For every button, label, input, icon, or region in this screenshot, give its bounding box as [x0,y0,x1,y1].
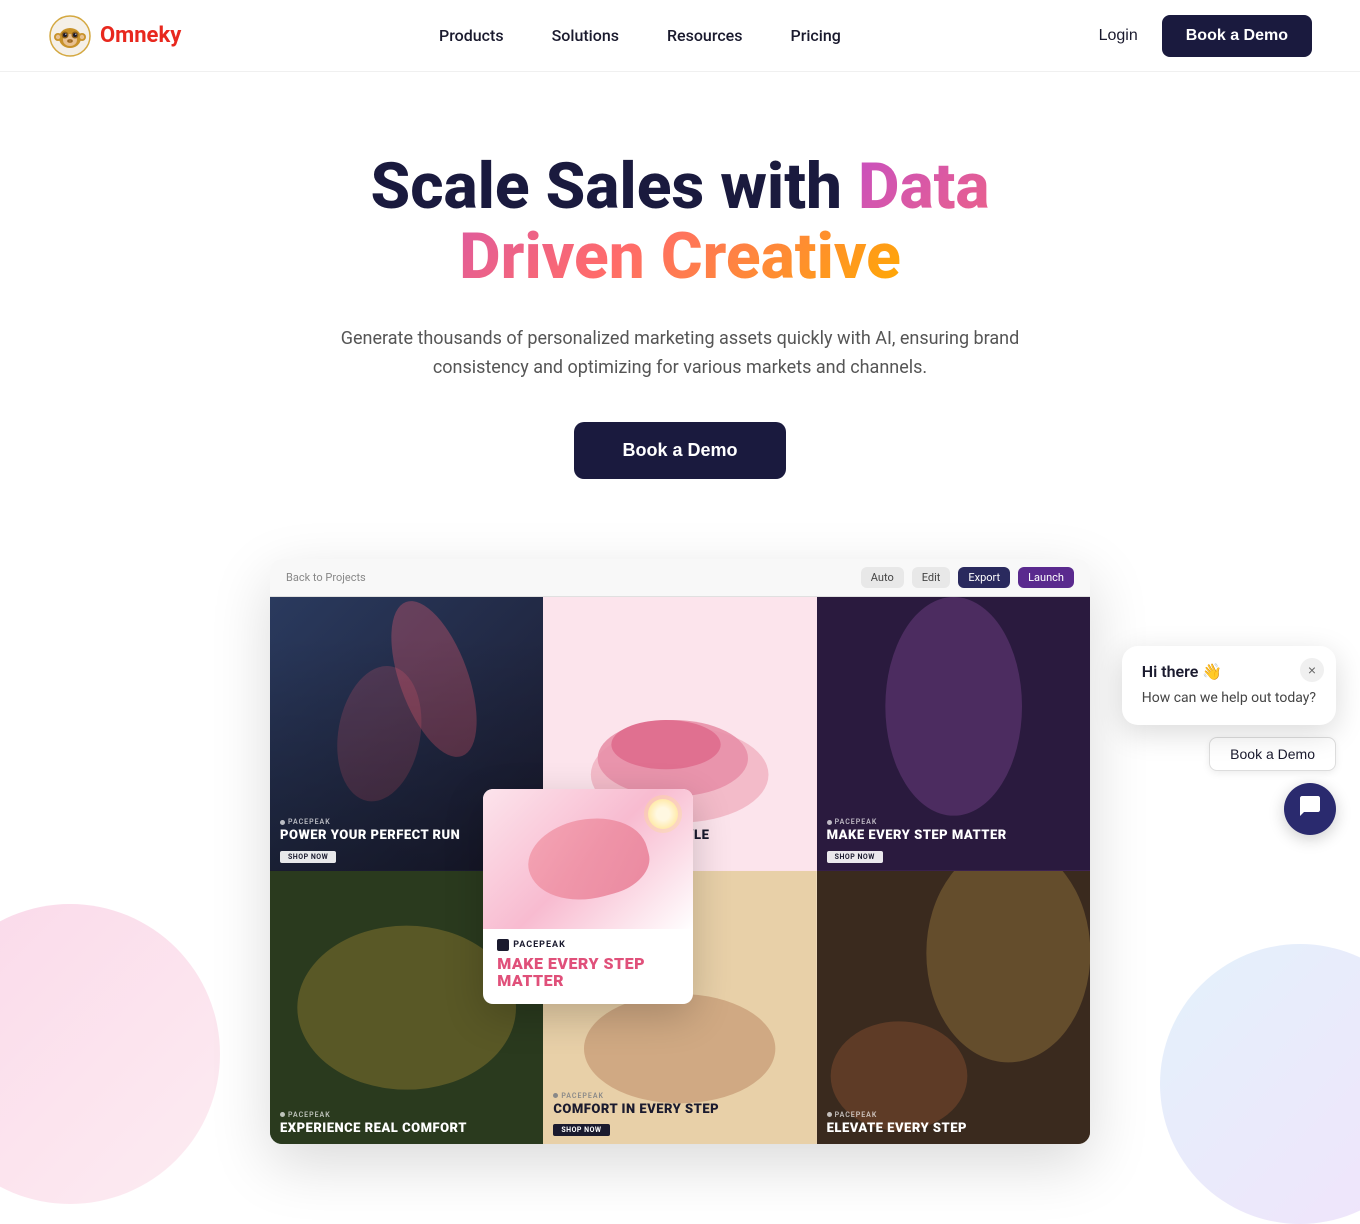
ad-headline-3: MAKE EVERY STEP MATTER [827,829,1080,843]
ad-brand-4: PACEPEAK [280,1111,533,1119]
book-demo-nav-button[interactable]: Book a Demo [1162,15,1312,57]
modal-content: PACEPEAK MAKE EVERY STEP MATTER [483,929,693,1004]
ad-brand-dot-5 [553,1093,558,1098]
modal-flower-decoration [648,799,678,829]
logo-link[interactable]: Omneky [48,14,181,58]
navigation: Omneky Products Solutions Resources Pric… [0,0,1360,72]
toolbar-left: Back to Projects [286,571,366,584]
ad-label-5: PACEPEAK COMFORT IN EVERY STEP SHOP NOW [543,1084,816,1144]
book-demo-hero-button[interactable]: Book a Demo [574,422,785,479]
login-button[interactable]: Login [1099,27,1138,45]
chat-close-button[interactable]: × [1300,658,1324,682]
ad-brand-dot [280,820,285,825]
logo-text: Omneky [100,23,181,48]
modal-brand-row: PACEPEAK [497,939,679,951]
ad-brand-5: PACEPEAK [553,1092,806,1100]
nav-products[interactable]: Products [439,26,504,45]
chat-message: How can we help out today? [1142,689,1316,709]
ad-cta-3: SHOP NOW [827,851,883,863]
ad-label-6: PACEPEAK ELEVATE EVERY STEP [817,1103,1090,1144]
ad-cta-1: SHOP NOW [280,851,336,863]
ad-brand-dot-4 [280,1112,285,1117]
modal-brand-name: PACEPEAK [513,940,566,950]
modal-brand-logo [497,939,509,951]
ad-cell-6: PACEPEAK ELEVATE EVERY STEP [817,871,1090,1144]
blob-left [0,904,220,1204]
chat-bubble: × Hi there 👋 How can we help out today? [1122,646,1336,725]
ad-brand-6: PACEPEAK [827,1111,1080,1119]
hero-title-static: Scale Sales with [370,149,857,224]
screenshot-toolbar: Back to Projects Auto Edit Export Launch [270,559,1090,597]
ad-brand-dot-6 [827,1112,832,1117]
product-screenshot: Back to Projects Auto Edit Export Launch [270,559,1090,1144]
nav-resources[interactable]: Resources [667,26,743,45]
ad-brand-dot-3 [827,820,832,825]
ad-headline-5: COMFORT IN EVERY STEP [553,1103,806,1117]
toolbar-export-btn[interactable]: Export [958,567,1010,588]
hero-content: Scale Sales with Data Driven Creative Ge… [230,72,1130,539]
ad-headline-4: EXPERIENCE REAL COMFORT [280,1122,533,1136]
toolbar-edit-btn[interactable]: Edit [912,567,951,588]
blob-right [1160,944,1360,1224]
nav-links: Products Solutions Resources Pricing [439,26,841,45]
modal-headline: MAKE EVERY STEP MATTER [497,955,679,990]
ad-grid-container: PACEPEAK POWER YOUR PERFECT RUN SHOP NOW [270,597,1090,1144]
ad-brand-3: PACEPEAK [827,818,1080,826]
logo-icon [48,14,92,58]
hero-title: Scale Sales with Data Driven Creative [278,152,1082,293]
ad-cell-3: PACEPEAK MAKE EVERY STEP MATTER SHOP NOW [817,597,1090,870]
toolbar-launch-btn[interactable]: Launch [1018,567,1074,588]
chat-toggle-button[interactable] [1284,783,1336,835]
ad-label-4: PACEPEAK EXPERIENCE REAL COMFORT [270,1103,543,1144]
back-to-projects[interactable]: Back to Projects [286,571,366,584]
ad-cta-5: SHOP NOW [553,1124,609,1136]
toolbar-auto-btn[interactable]: Auto [861,567,904,588]
hero-subtitle: Generate thousands of personalized marke… [340,325,1020,383]
nav-actions: Login Book a Demo [1099,15,1312,57]
nav-pricing[interactable]: Pricing [790,26,840,45]
chat-demo-button[interactable]: Book a Demo [1209,737,1336,771]
chat-icon [1298,794,1322,824]
chat-widget: × Hi there 👋 How can we help out today? … [1122,646,1336,835]
hero-section: Scale Sales with Data Driven Creative Ge… [0,72,1360,1144]
nav-solutions[interactable]: Solutions [552,26,619,45]
ad-label-3: PACEPEAK MAKE EVERY STEP MATTER SHOP NOW [817,810,1090,870]
toolbar-right: Auto Edit Export Launch [861,567,1074,588]
chat-greeting: Hi there 👋 [1142,662,1316,681]
ad-modal-popup: PACEPEAK MAKE EVERY STEP MATTER [483,789,693,1004]
ad-headline-6: ELEVATE EVERY STEP [827,1122,1080,1136]
